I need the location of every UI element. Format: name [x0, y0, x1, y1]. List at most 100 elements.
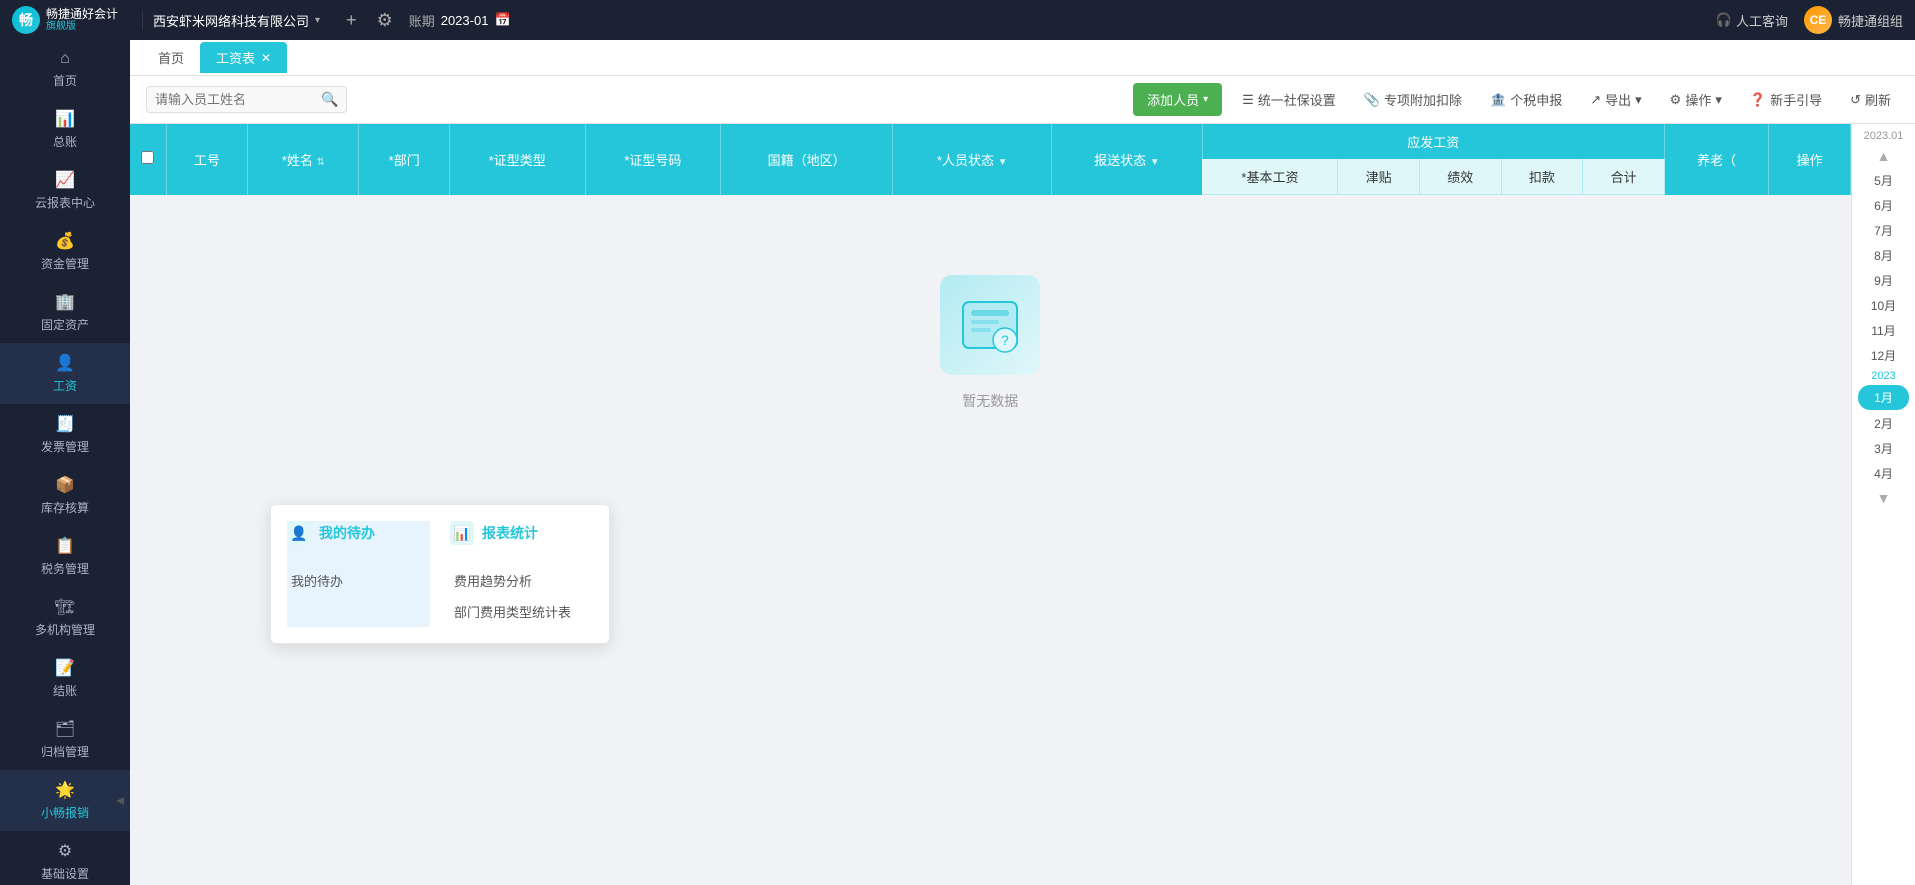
th-checkbox[interactable]: [130, 124, 166, 195]
refresh-icon: ↺: [1850, 92, 1861, 108]
timeline-5[interactable]: 5月: [1852, 168, 1915, 193]
popup-item-dept-cost[interactable]: 部门费用类型统计表: [450, 596, 593, 627]
th-pension: 养老（: [1664, 124, 1768, 195]
timeline-9[interactable]: 9月: [1852, 268, 1915, 293]
sidebar-label: 归档管理: [41, 743, 89, 760]
sidebar-item-ledger[interactable]: 📊 总账: [0, 99, 130, 160]
guide-icon2: ❓: [1750, 92, 1766, 108]
th-personnel-status[interactable]: *人员状态 ▼: [893, 124, 1052, 195]
sidebar-label: 结账: [53, 682, 77, 699]
export-action[interactable]: ↗ 导出 ▾: [1582, 86, 1649, 113]
popup-col-todo: 👤 我的待办 我的待办: [287, 521, 430, 627]
service-button[interactable]: 🎧 人工客询: [1716, 11, 1788, 30]
th-total: 合计: [1583, 159, 1665, 195]
timeline-12[interactable]: 12月: [1852, 343, 1915, 368]
sidebar-label: 工资: [53, 377, 77, 394]
social-security-icon: ☰: [1242, 92, 1254, 108]
timeline-7[interactable]: 7月: [1852, 218, 1915, 243]
user-area[interactable]: CE 畅捷通组组: [1804, 6, 1903, 34]
sidebar-item-expense[interactable]: 🌟 小畅报销 ◀: [0, 770, 130, 831]
timeline-6[interactable]: 6月: [1852, 193, 1915, 218]
settings-icon: ⚙: [58, 841, 72, 861]
th-id-number: *证型号码: [585, 124, 721, 195]
svg-text:?: ?: [1001, 332, 1009, 348]
search-input[interactable]: [155, 92, 315, 107]
th-basic-salary: *基本工资: [1202, 159, 1338, 195]
sidebar-item-closing[interactable]: 📝 结账: [0, 648, 130, 709]
main-layout: ⌂ 首页 📊 总账 📈 云报表中心 💰 资金管理 🏢 固定资产 👤 工资 🧾 发…: [0, 40, 1915, 885]
th-name[interactable]: *姓名 ⇅: [248, 124, 359, 195]
empty-icon: ?: [940, 275, 1040, 375]
sidebar-label: 固定资产: [41, 316, 89, 333]
th-deduction: 扣款: [1501, 159, 1583, 195]
sidebar-item-invoice[interactable]: 🧾 发票管理: [0, 404, 130, 465]
add-button[interactable]: +: [338, 7, 365, 33]
ledger-icon: 📊: [55, 109, 75, 129]
timeline-down-nav[interactable]: ▼: [1873, 486, 1895, 510]
sidebar-item-home[interactable]: ⌂ 首页: [0, 40, 130, 99]
export-icon: ↗: [1590, 92, 1601, 108]
search-icon[interactable]: 🔍: [321, 91, 338, 108]
empty-state-cell: ? 暂无数据: [130, 195, 1851, 492]
th-salary-group: 应发工资: [1202, 124, 1664, 159]
timeline-11[interactable]: 11月: [1852, 318, 1915, 343]
refresh-action[interactable]: ↺ 刷新: [1842, 86, 1899, 113]
tab-payroll[interactable]: 工资表 ✕: [200, 42, 287, 73]
th-report-status[interactable]: 报送状态 ▼: [1052, 124, 1202, 195]
popup-item-todo[interactable]: 我的待办: [287, 565, 430, 596]
guide-action[interactable]: ❓ 新手引导: [1742, 86, 1830, 113]
th-employee-no: 工号: [166, 124, 248, 195]
sidebar-item-archive[interactable]: 🗂 归档管理: [0, 709, 130, 770]
sidebar-label: 云报表中心: [35, 194, 95, 211]
calendar-icon[interactable]: 📅: [494, 12, 510, 28]
timeline-2[interactable]: 2月: [1852, 411, 1915, 436]
sidebar-item-settings[interactable]: ⚙ 基础设置: [0, 831, 130, 885]
popup-columns: 👤 我的待办 我的待办 📊 报表统计 费用趋势分析 部门费用类型统计表: [287, 521, 593, 627]
period-label: 账期: [409, 11, 435, 30]
add-person-label: 添加人员: [1147, 90, 1199, 109]
sidebar-item-report[interactable]: 📈 云报表中心: [0, 160, 130, 221]
personnel-filter-icon: ▼: [998, 157, 1008, 168]
th-operation: 操作: [1769, 124, 1851, 195]
tax-filing-action[interactable]: 🏦 个税申报: [1482, 86, 1570, 113]
empty-text: 暂无数据: [962, 391, 1018, 411]
sidebar-item-payroll[interactable]: 👤 工资: [0, 343, 130, 404]
operations-action[interactable]: ⚙ 操作 ▾: [1662, 86, 1730, 113]
popup-item-cost-trend[interactable]: 费用趋势分析: [450, 565, 593, 596]
sidebar-item-tax[interactable]: 📋 税务管理: [0, 526, 130, 587]
th-bonus: 绩效: [1419, 159, 1501, 195]
add-person-button[interactable]: 添加人员 ▾: [1133, 83, 1222, 116]
social-security-action[interactable]: ☰ 统一社保设置: [1234, 86, 1344, 113]
company-name: 西安虾米网络科技有限公司: [153, 11, 309, 30]
tab-close-icon[interactable]: ✕: [261, 51, 271, 65]
settings-button[interactable]: ⚙: [369, 7, 401, 33]
toolbar: 🔍 添加人员 ▾ ☰ 统一社保设置 📎 专项附加扣除 🏦 个税申报 ↗ 导: [130, 76, 1915, 124]
timeline-current-year: 2023: [1871, 370, 1895, 382]
report-icon: 📈: [55, 170, 75, 190]
timeline-10[interactable]: 10月: [1852, 293, 1915, 318]
timeline-year: 2023.01: [1852, 128, 1915, 144]
sidebar-item-funds[interactable]: 💰 资金管理: [0, 221, 130, 282]
special-deduction-action[interactable]: 📎 专项附加扣除: [1356, 86, 1470, 113]
header-actions: + ⚙: [338, 7, 401, 33]
timeline-1[interactable]: 1月: [1858, 385, 1909, 410]
timeline-8[interactable]: 8月: [1852, 243, 1915, 268]
period-value: 2023-01: [441, 13, 489, 28]
tab-payroll-label: 工资表: [216, 48, 255, 67]
timeline-4[interactable]: 4月: [1852, 461, 1915, 486]
sidebar-item-multi-org[interactable]: 🏗 多机构管理: [0, 587, 130, 648]
expense-icon: 🌟: [55, 780, 75, 800]
select-all-checkbox[interactable]: [141, 151, 154, 164]
assets-icon: 🏢: [55, 292, 75, 312]
sidebar-item-inventory[interactable]: 📦 库存核算: [0, 465, 130, 526]
sidebar-label: 资金管理: [41, 255, 89, 272]
timeline-up-nav[interactable]: ▲: [1873, 144, 1895, 168]
avatar: CE: [1804, 6, 1832, 34]
th-id-type: *证型类型: [449, 124, 585, 195]
sidebar-item-assets[interactable]: 🏢 固定资产: [0, 282, 130, 343]
sidebar-label: 小畅报销: [41, 804, 89, 821]
home-icon: ⌂: [60, 50, 70, 68]
tab-home[interactable]: 首页: [142, 42, 200, 73]
timeline-3[interactable]: 3月: [1852, 436, 1915, 461]
company-selector[interactable]: 西安虾米网络科技有限公司 ▾: [142, 11, 330, 30]
